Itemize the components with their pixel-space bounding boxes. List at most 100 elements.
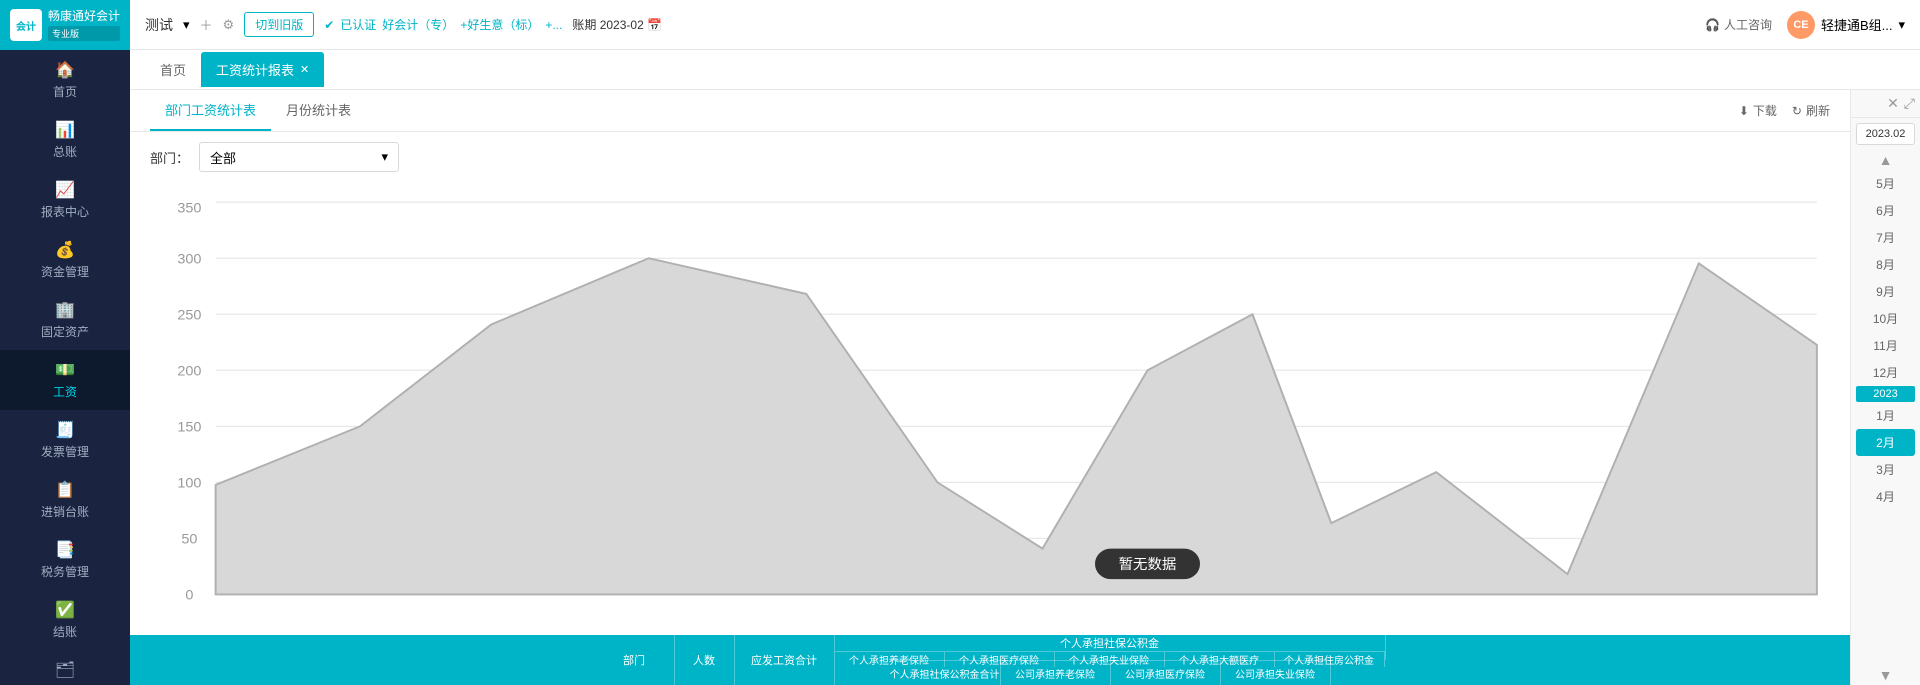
- sidebar-icon-archive: 🗂: [55, 660, 75, 680]
- sidebar-item-invoice[interactable]: 🧾 发票管理: [0, 410, 130, 470]
- help-button[interactable]: 🎧 人工咨询: [1705, 16, 1772, 33]
- refresh-icon: ↻: [1792, 104, 1802, 118]
- sidebar-label-report: 报表中心: [41, 203, 89, 220]
- right-sidebar: ✕ ⤢ 2023.02 ▲ 5月6月7月8月9月10月11月12月20231月2…: [1850, 90, 1920, 685]
- sidebar-icon-asset: 🏢: [55, 300, 75, 320]
- chart-tooltip-text: 暂无数据: [1119, 556, 1177, 573]
- subtab-right: ⬇ 下载 ↻ 刷新: [1739, 102, 1830, 119]
- subtab-monthly[interactable]: 月份统计表: [271, 90, 366, 131]
- next-year-arrow[interactable]: ▼: [1851, 665, 1920, 685]
- dept-value: 全部: [210, 148, 236, 167]
- download-button[interactable]: ⬇ 下载: [1739, 102, 1777, 119]
- svg-text:250: 250: [177, 308, 201, 324]
- sidebar-item-archive[interactable]: 🗂 归档管理: [0, 650, 130, 685]
- month-item-5月[interactable]: 5月: [1851, 170, 1920, 197]
- month-item-9月[interactable]: 9月: [1851, 278, 1920, 305]
- year-display: 2023.02: [1856, 123, 1915, 145]
- user-name: 轻捷通B组...: [1821, 15, 1893, 34]
- salary-chart: 0 50 100 150 200 250 300 350: [150, 192, 1830, 625]
- month-item-8月[interactable]: 8月: [1851, 251, 1920, 278]
- switch-button[interactable]: 切到旧版: [244, 12, 314, 37]
- sidebar-item-fund[interactable]: 💰 资金管理: [0, 230, 130, 290]
- sidebar-item-home[interactable]: 🏠 首页: [0, 50, 130, 110]
- month-list: 5月6月7月8月9月10月11月12月20231月2月3月4月: [1851, 170, 1920, 665]
- more-text: +...: [545, 18, 562, 32]
- svg-text:50: 50: [181, 532, 197, 548]
- month-item-2月[interactable]: 2月: [1856, 429, 1915, 456]
- sidebar-item-sales[interactable]: 📋 进销台账: [0, 470, 130, 530]
- topbar-right: 🎧 人工咨询 CE 轻捷通B组... ▾: [1705, 11, 1905, 39]
- col-header-top-2: 应发工资合计: [735, 635, 835, 685]
- sidebar-item-settle[interactable]: ✅ 结账: [0, 590, 130, 650]
- sidebar-icon-tax: 📑: [55, 540, 75, 560]
- subtab-left: 部门工资统计表月份统计表: [150, 90, 366, 131]
- download-icon: ⬇: [1739, 104, 1749, 118]
- filter-bar: 部门： 全部 ▾: [130, 132, 1850, 182]
- main-panel: 部门工资统计表月份统计表 ⬇ 下载 ↻ 刷新 部门： 全部 ▾: [130, 90, 1850, 685]
- sidebar-label-sales: 进销台账: [41, 503, 89, 520]
- month-item-7月[interactable]: 7月: [1851, 224, 1920, 251]
- tab-close-salary-report[interactable]: ✕: [300, 63, 309, 76]
- certified-icon: ✔: [324, 18, 334, 32]
- sidebar-item-ledger[interactable]: 📊 总账: [0, 110, 130, 170]
- expand-panel-icon[interactable]: ⤢: [1904, 95, 1915, 112]
- sidebar-label-salary: 工资: [53, 383, 77, 400]
- subtab-bar: 部门工资统计表月份统计表 ⬇ 下载 ↻ 刷新: [130, 90, 1850, 132]
- logo-text: 畅康通好会计: [48, 9, 120, 25]
- col-group-social: 个人承担社保公积金个人承担养老保险个人承担医疗保险个人承担失业保险个人承担大额医…: [835, 635, 1386, 660]
- month-item-4月[interactable]: 4月: [1851, 483, 1920, 510]
- sidebar: 会计 畅康通好会计 专业版 🏠 首页 📊 总账 📈 报表中心 💰 资金管理 🏢 …: [0, 0, 130, 685]
- tab-label-home: 首页: [160, 60, 186, 79]
- month-item-1月[interactable]: 1月: [1851, 402, 1920, 429]
- sidebar-item-salary[interactable]: 💵 工资: [0, 350, 130, 410]
- col-header-top-0: 部门: [595, 635, 675, 685]
- tab-label-salary-report: 工资统计报表: [216, 60, 294, 79]
- prev-year-arrow[interactable]: ▲: [1851, 150, 1920, 170]
- month-item-12月[interactable]: 12月: [1851, 359, 1920, 386]
- svg-text:200: 200: [177, 364, 201, 380]
- topbar-gear[interactable]: ⚙: [223, 17, 235, 33]
- month-item-3月[interactable]: 3月: [1851, 456, 1920, 483]
- calendar-icon[interactable]: 📅: [647, 18, 662, 32]
- sidebar-label-asset: 固定资产: [41, 323, 89, 340]
- sidebar-label-ledger: 总账: [53, 143, 77, 160]
- year-badge: 2023: [1856, 386, 1915, 402]
- sidebar-item-tax[interactable]: 📑 税务管理: [0, 530, 130, 590]
- sidebar-icon-ledger: 📊: [55, 120, 75, 140]
- sidebar-item-report[interactable]: 📈 报表中心: [0, 170, 130, 230]
- select-arrow: ▾: [381, 149, 388, 165]
- logo[interactable]: 会计 畅康通好会计 专业版: [0, 0, 130, 50]
- sidebar-label-invoice: 发票管理: [41, 443, 89, 460]
- svg-text:350: 350: [177, 201, 201, 217]
- tabbar: 首页 工资统计报表 ✕: [130, 50, 1920, 90]
- tab-salary-report[interactable]: 工资统计报表 ✕: [201, 52, 324, 87]
- col-公司承担养老保险: 公司承担养老保险: [1001, 660, 1111, 685]
- sidebar-icon-settle: ✅: [55, 600, 75, 620]
- col-公司承担医疗保险: 公司承担医疗保险: [1111, 660, 1221, 685]
- month-item-6月[interactable]: 6月: [1851, 197, 1920, 224]
- sidebar-nav: 🏠 首页 📊 总账 📈 报表中心 💰 资金管理 🏢 固定资产 💵 工资 🧾 发票…: [0, 50, 130, 685]
- sidebar-label-tax: 税务管理: [41, 563, 89, 580]
- topbar-plus[interactable]: ＋: [200, 15, 213, 34]
- subtab-dept[interactable]: 部门工资统计表: [150, 90, 271, 131]
- avatar: CE: [1787, 11, 1815, 39]
- month-item-11月[interactable]: 11月: [1851, 332, 1920, 359]
- chart-area: 0 50 100 150 200 250 300 350: [130, 182, 1850, 635]
- company-dropdown[interactable]: ▾: [183, 17, 190, 33]
- main-area: 测试 ▾ ＋ ⚙ 切到旧版 ✔ 已认证 好会计（专） +好生意（标） +... …: [130, 0, 1920, 685]
- sidebar-icon-salary: 💵: [55, 360, 75, 380]
- col-个人承担社保公积金合计: 个人承担社保公积金合计: [890, 660, 1001, 685]
- logo-icon: 会计: [10, 9, 42, 41]
- refresh-button[interactable]: ↻ 刷新: [1792, 102, 1830, 119]
- sidebar-icon-sales: 📋: [55, 480, 75, 500]
- svg-text:100: 100: [177, 476, 201, 492]
- month-item-10月[interactable]: 10月: [1851, 305, 1920, 332]
- sidebar-item-asset[interactable]: 🏢 固定资产: [0, 290, 130, 350]
- close-panel-icon[interactable]: ✕: [1887, 95, 1899, 112]
- user-menu[interactable]: CE 轻捷通B组... ▾: [1787, 11, 1905, 39]
- sidebar-icon-report: 📈: [55, 180, 75, 200]
- tab-home[interactable]: 首页: [145, 52, 201, 87]
- certified-text: 已认证: [340, 16, 376, 33]
- user-dropdown-arrow: ▾: [1898, 17, 1905, 33]
- dept-select[interactable]: 全部 ▾: [199, 142, 399, 172]
